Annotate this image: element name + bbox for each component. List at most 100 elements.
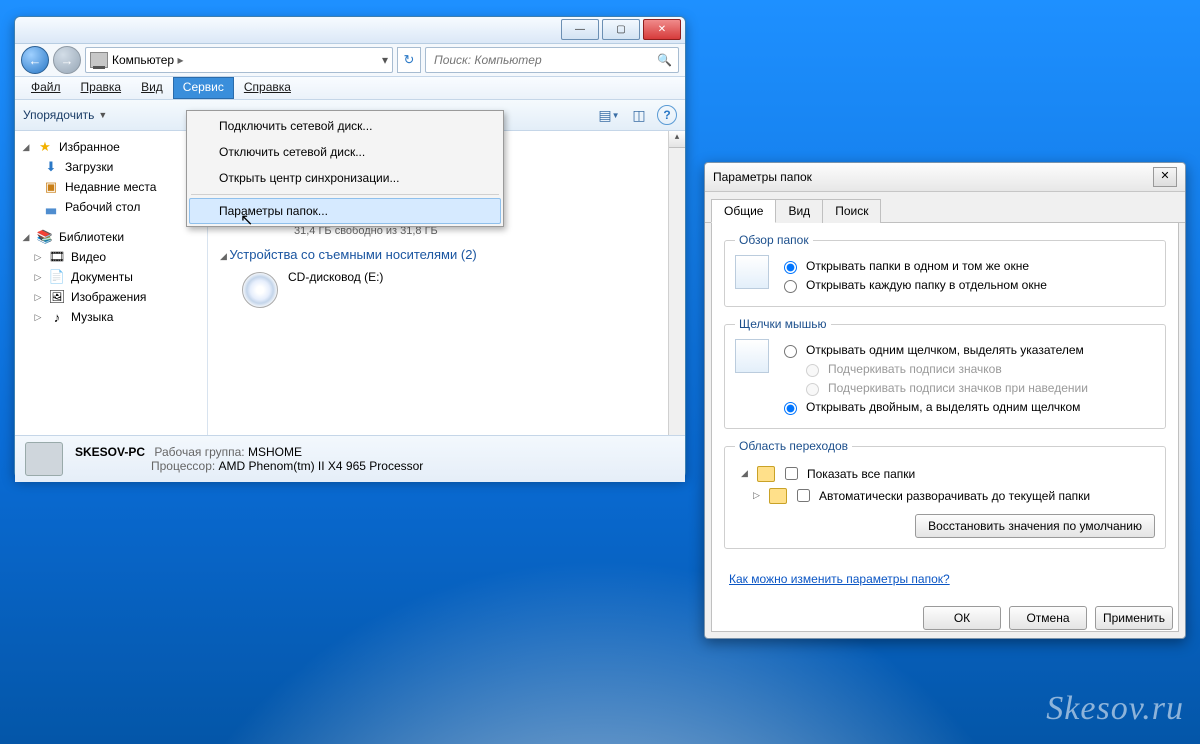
- breadcrumb-computer[interactable]: Компьютер: [112, 53, 183, 67]
- tab-search[interactable]: Поиск: [822, 199, 881, 223]
- sidebar-label: Загрузки: [65, 160, 113, 174]
- computer-icon: [90, 52, 108, 68]
- radio-label: Подчеркивать подписи значков: [828, 362, 1002, 376]
- menu-disconnect-drive[interactable]: Отключить сетевой диск...: [189, 139, 501, 165]
- folder-icon: [757, 466, 775, 482]
- sidebar-desktop[interactable]: ▃Рабочий стол: [19, 197, 203, 217]
- search-box[interactable]: 🔍: [425, 47, 679, 73]
- titlebar[interactable]: — ▢ ✕: [15, 17, 685, 44]
- sidebar-label: Недавние места: [65, 180, 156, 194]
- cpu-label: Процессор:: [151, 459, 215, 473]
- view-mode-button[interactable]: ▤▼: [597, 103, 621, 127]
- sidebar-video[interactable]: ▷🎞Видео: [19, 247, 203, 267]
- cursor-icon: [735, 339, 769, 373]
- dvd-icon: [242, 272, 278, 308]
- menu-folder-options[interactable]: Параметры папок...: [189, 198, 501, 224]
- scroll-up-icon[interactable]: ▴: [669, 131, 685, 148]
- scrollbar[interactable]: ▴: [668, 131, 685, 435]
- sidebar-label: Документы: [71, 270, 133, 284]
- radio-same-window[interactable]: Открывать папки в одном и том же окне: [779, 258, 1155, 274]
- nav-pane-group: Область переходов ◢Показать все папки ▷А…: [724, 439, 1166, 549]
- checkbox-label: Автоматически разворачивать до текущей п…: [819, 489, 1090, 503]
- sidebar-label: Изображения: [71, 290, 146, 304]
- sidebar-label: Музыка: [71, 310, 113, 324]
- sidebar-label: Избранное: [59, 140, 120, 154]
- menu-open-sync[interactable]: Открыть центр синхронизации...: [189, 165, 501, 191]
- menu-map-drive[interactable]: Подключить сетевой диск...: [189, 113, 501, 139]
- click-items-group: Щелчки мышью Открывать одним щелчком, вы…: [724, 317, 1166, 429]
- nav-forward-button[interactable]: →: [53, 46, 81, 74]
- organize-button[interactable]: Упорядочить ▼: [23, 108, 107, 122]
- tab-view[interactable]: Вид: [775, 199, 823, 223]
- organize-label: Упорядочить: [23, 108, 94, 122]
- window-icon: [735, 255, 769, 289]
- tabs: Общие Вид Поиск: [705, 192, 1185, 223]
- group-legend: Область переходов: [735, 439, 852, 453]
- removable-section-header[interactable]: Устройства со съемными носителями (2): [220, 247, 667, 262]
- sidebar-documents[interactable]: ▷📄Документы: [19, 267, 203, 287]
- address-dropdown-icon[interactable]: ▾: [382, 53, 388, 67]
- sidebar-music[interactable]: ▷♪Музыка: [19, 307, 203, 327]
- explorer-window: — ▢ ✕ ← → Компьютер ▾ ↻ 🔍 Файл Правка Ви…: [14, 16, 686, 478]
- radio-label: Открывать папки в одном и том же окне: [806, 259, 1029, 273]
- refresh-button[interactable]: ↻: [397, 47, 421, 73]
- maximize-button[interactable]: ▢: [602, 19, 640, 40]
- menu-view[interactable]: Вид: [131, 77, 173, 99]
- menu-separator: [191, 194, 499, 195]
- restore-defaults-button[interactable]: Восстановить значения по умолчанию: [915, 514, 1155, 538]
- radio-label: Открывать одним щелчком, выделять указат…: [806, 343, 1084, 357]
- radio-underline-always: Подчеркивать подписи значков: [801, 361, 1155, 377]
- nav-back-button[interactable]: ←: [21, 46, 49, 74]
- drive-label: CD-дисковод (E:): [288, 270, 383, 284]
- checkbox-label: Показать все папки: [807, 467, 915, 481]
- minimize-button[interactable]: —: [561, 19, 599, 40]
- nav-sidebar: ◢★Избранное ⬇Загрузки ▣Недавние места ▃Р…: [15, 131, 208, 435]
- radio-single-click[interactable]: Открывать одним щелчком, выделять указат…: [779, 342, 1155, 358]
- close-button[interactable]: ✕: [643, 19, 681, 40]
- help-button[interactable]: ?: [657, 105, 677, 125]
- radio-label: Подчеркивать подписи значков при наведен…: [828, 381, 1088, 395]
- sidebar-favorites[interactable]: ◢★Избранное: [19, 137, 203, 157]
- menu-edit[interactable]: Правка: [71, 77, 132, 99]
- sidebar-downloads[interactable]: ⬇Загрузки: [19, 157, 203, 177]
- sidebar-label: Библиотеки: [59, 230, 124, 244]
- cpu-value: AMD Phenom(tm) II X4 965 Processor: [219, 459, 424, 473]
- menu-help[interactable]: Справка: [234, 77, 301, 99]
- sidebar-recent[interactable]: ▣Недавние места: [19, 177, 203, 197]
- service-dropdown: Подключить сетевой диск... Отключить сет…: [186, 110, 504, 227]
- group-legend: Щелчки мышью: [735, 317, 831, 331]
- sidebar-label: Видео: [71, 250, 106, 264]
- tab-general[interactable]: Общие: [711, 199, 776, 223]
- group-legend: Обзор папок: [735, 233, 813, 247]
- help-link[interactable]: Как можно изменить параметры папок?: [729, 572, 950, 586]
- search-input[interactable]: [432, 52, 657, 68]
- tree-row-auto-expand[interactable]: ▷Автоматически разворачивать до текущей …: [753, 486, 1155, 505]
- sidebar-pictures[interactable]: ▷🖼Изображения: [19, 287, 203, 307]
- radio-own-window[interactable]: Открывать каждую папку в отдельном окне: [779, 277, 1155, 293]
- drive-dvd[interactable]: CD-дисковод (E:): [242, 270, 667, 308]
- ok-button[interactable]: ОК: [923, 606, 1001, 630]
- pc-name: SKESOV-PC: [75, 445, 145, 459]
- radio-underline-hover: Подчеркивать подписи значков при наведен…: [801, 380, 1155, 396]
- workgroup-label: Рабочая группа:: [154, 445, 244, 459]
- workgroup-value: MSHOME: [248, 445, 302, 459]
- dialog-close-button[interactable]: ✕: [1153, 167, 1177, 187]
- apply-button[interactable]: Применить: [1095, 606, 1173, 630]
- chevron-down-icon: ▼: [98, 110, 107, 120]
- address-bar-row: ← → Компьютер ▾ ↻ 🔍: [15, 44, 685, 77]
- address-bar[interactable]: Компьютер ▾: [85, 47, 393, 73]
- search-icon: 🔍: [657, 53, 672, 67]
- cancel-button[interactable]: Отмена: [1009, 606, 1087, 630]
- preview-pane-button[interactable]: ◫: [627, 103, 651, 127]
- tree-row-show-all[interactable]: ◢Показать все папки: [741, 464, 1155, 483]
- menu-service[interactable]: Сервис: [173, 77, 234, 99]
- computer-icon: [25, 442, 63, 476]
- menu-bar: Файл Правка Вид Сервис Справка: [15, 77, 685, 100]
- menu-file[interactable]: Файл: [21, 77, 71, 99]
- sidebar-libraries[interactable]: ◢📚Библиотеки: [19, 227, 203, 247]
- folder-icon: [769, 488, 787, 504]
- dialog-titlebar[interactable]: Параметры папок ✕: [705, 163, 1185, 192]
- radio-double-click[interactable]: Открывать двойным, а выделять одним щелч…: [779, 399, 1155, 415]
- sidebar-label: Рабочий стол: [65, 200, 140, 214]
- radio-label: Открывать каждую папку в отдельном окне: [806, 278, 1047, 292]
